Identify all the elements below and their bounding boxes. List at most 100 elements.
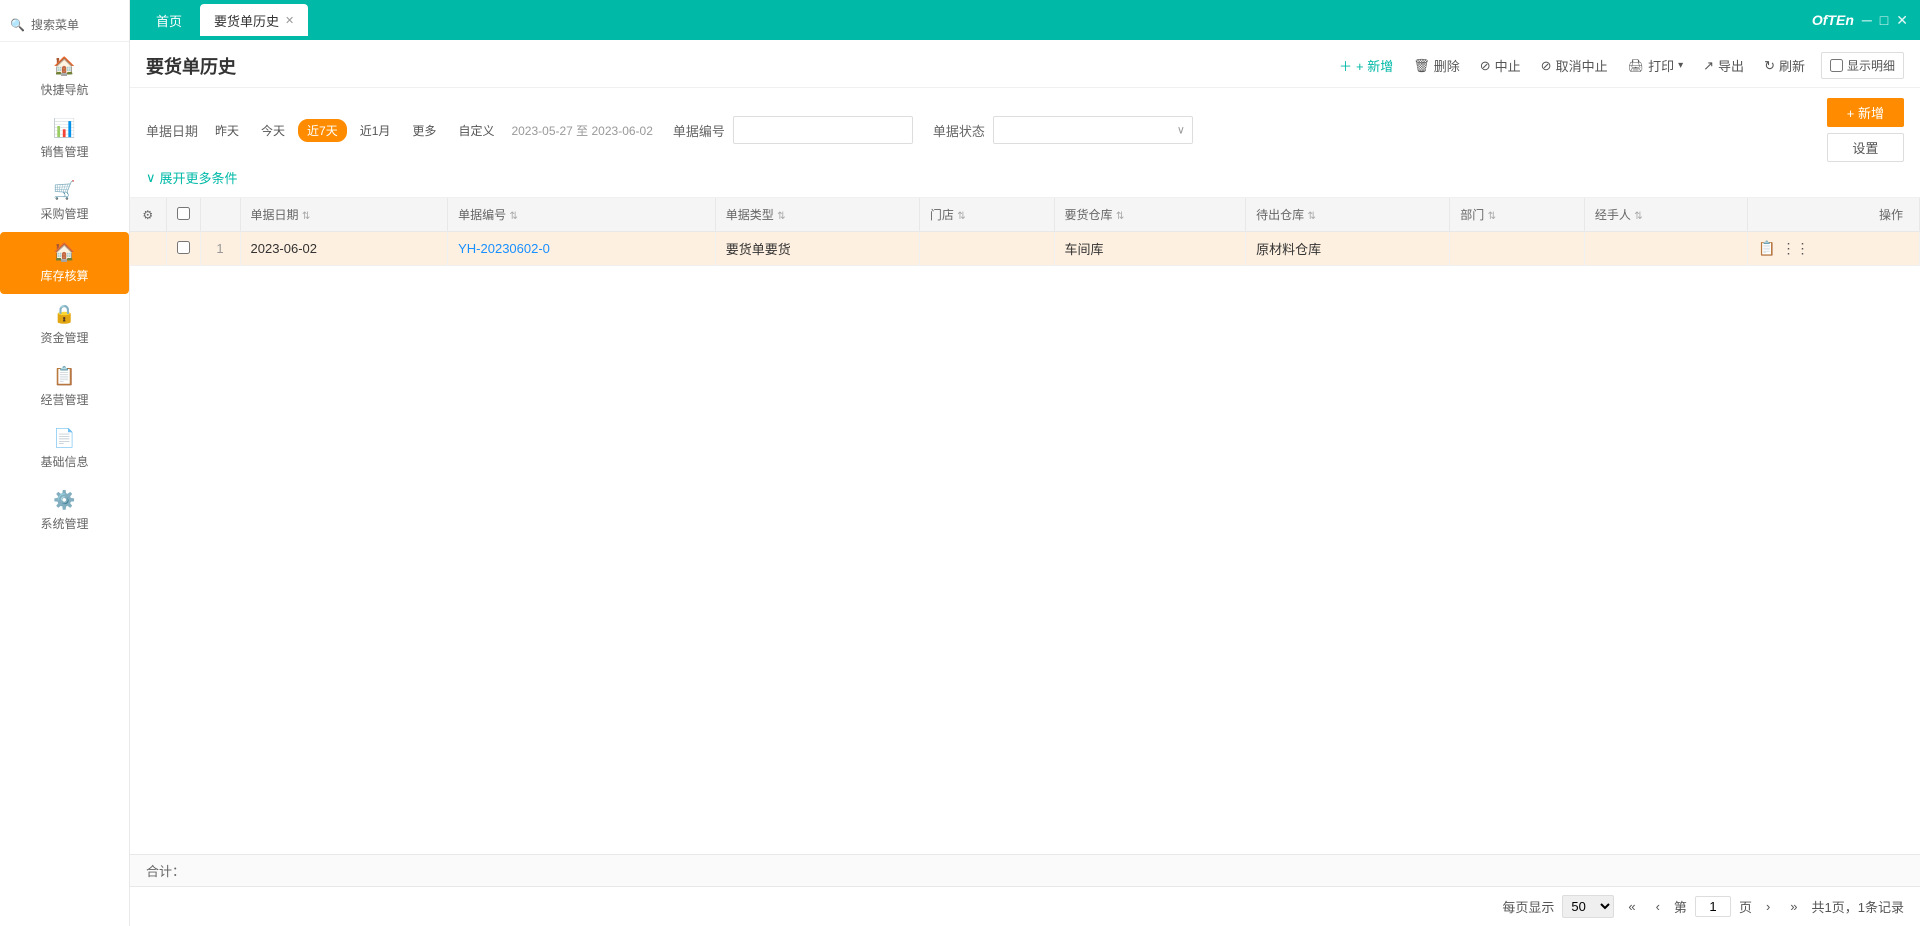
prev-page-btn[interactable]: ‹: [1650, 897, 1666, 916]
query-button[interactable]: + 新增: [1827, 98, 1904, 127]
row-department-cell: [1450, 232, 1585, 266]
window-close-btn[interactable]: ✕: [1896, 12, 1908, 29]
tab-home[interactable]: 首页: [142, 4, 196, 36]
last-page-btn[interactable]: »: [1784, 897, 1803, 916]
window-maximize-btn[interactable]: □: [1880, 12, 1888, 28]
settings-button[interactable]: 设置: [1827, 133, 1904, 162]
tab-home-label: 首页: [156, 11, 182, 30]
col-pending-warehouse-label: 待出仓库: [1256, 208, 1304, 222]
expand-more-btn[interactable]: ∨ 展开更多条件: [146, 162, 1904, 187]
sidebar-item-inventory[interactable]: 🏠 库存核算: [0, 232, 129, 294]
col-store-label: 门店: [930, 208, 954, 222]
sidebar-item-basic[interactable]: 📄 基础信息: [0, 418, 129, 480]
print-icon: 🖨: [1628, 58, 1645, 74]
new-button[interactable]: ＋ + 新增: [1335, 56, 1397, 75]
sidebar-item-quick-nav[interactable]: 🏠 快捷导航: [0, 46, 129, 108]
sidebar-item-purchase[interactable]: 🛒 采购管理: [0, 170, 129, 232]
cancel-stop-button[interactable]: ⊘ 取消中止: [1537, 56, 1612, 75]
col-store[interactable]: 门店 ⇅: [919, 198, 1054, 232]
filter-area: 单据日期 昨天 今天 近7天 近1月 更多 自定义 2023-05-27 至 2…: [130, 88, 1920, 198]
bill-number-label: 单据编号: [673, 121, 725, 140]
sort-icon-req-warehouse: ⇅: [1116, 211, 1124, 222]
date-btn-today[interactable]: 今天: [252, 119, 294, 142]
delete-icon: 🗑: [1413, 58, 1430, 74]
col-bill-no[interactable]: 单据编号 ⇅: [448, 198, 716, 232]
new-icon: ＋: [1339, 56, 1352, 75]
tab-history[interactable]: 要货单历史 ✕: [200, 4, 308, 36]
window-minimize-btn[interactable]: ─: [1862, 12, 1872, 28]
delete-label: 删除: [1434, 56, 1460, 75]
row-bill-no-cell[interactable]: YH-20230602-0: [448, 232, 716, 266]
print-dropdown-icon: ▾: [1678, 60, 1683, 71]
stop-button[interactable]: ⊘ 中止: [1476, 56, 1525, 75]
row-checkbox[interactable]: [177, 241, 190, 254]
date-btn-yesterday[interactable]: 昨天: [206, 119, 248, 142]
row-action-cell: 📋 ⋮⋮: [1748, 232, 1920, 266]
home-icon: 🏠: [53, 56, 75, 77]
sidebar-item-label: 系统管理: [40, 515, 88, 532]
col-department[interactable]: 部门 ⇅: [1450, 198, 1585, 232]
page-number-input[interactable]: [1695, 896, 1731, 917]
col-handler-label: 经手人: [1595, 208, 1631, 222]
export-button[interactable]: ↗ 导出: [1699, 56, 1748, 75]
col-pending-warehouse[interactable]: 待出仓库 ⇅: [1246, 198, 1450, 232]
date-btn-1month[interactable]: 近1月: [351, 119, 400, 142]
row-checkbox-cell[interactable]: [166, 232, 200, 266]
row-num-cell: 1: [200, 232, 240, 266]
show-detail-toggle[interactable]: 显示明细: [1821, 52, 1904, 79]
sidebar-item-sales[interactable]: 📊 销售管理: [0, 108, 129, 170]
sort-icon-date: ⇅: [302, 211, 310, 222]
export-label: 导出: [1718, 56, 1744, 75]
filter-row-1: 单据日期 昨天 今天 近7天 近1月 更多 自定义 2023-05-27 至 2…: [146, 98, 1904, 162]
sidebar-item-label: 基础信息: [40, 453, 88, 470]
sidebar-item-finance[interactable]: 🔒 资金管理: [0, 294, 129, 356]
col-operation-label: 操作: [1879, 208, 1903, 222]
action-buttons: + 新增 设置: [1827, 98, 1904, 162]
export-icon: ↗: [1703, 58, 1714, 74]
row-more-icon[interactable]: ⋮⋮: [1782, 240, 1810, 257]
col-date[interactable]: 单据日期 ⇅: [240, 198, 448, 232]
date-btn-custom[interactable]: 自定义: [449, 119, 503, 142]
stop-icon: ⊘: [1480, 58, 1491, 74]
next-page-btn[interactable]: ›: [1760, 897, 1776, 916]
per-page-select[interactable]: 50 10 20 100: [1562, 895, 1614, 918]
tab-close-icon[interactable]: ✕: [285, 14, 294, 27]
select-all-checkbox[interactable]: [177, 207, 190, 220]
table-body: 1 2023-06-02 YH-20230602-0 要货单要货 车间库 原材料…: [130, 232, 1920, 266]
system-icon: ⚙️: [53, 490, 75, 511]
row-settings-cell: [130, 232, 166, 266]
sidebar-item-label: 快捷导航: [40, 81, 88, 98]
bill-number-input[interactable]: [733, 116, 913, 144]
col-settings[interactable]: ⚙: [130, 198, 166, 232]
col-req-warehouse[interactable]: 要货仓库 ⇅: [1054, 198, 1246, 232]
page-header: 要货单历史 ＋ + 新增 🗑 删除 ⊘ 中止 ⊘ 取消中止: [130, 40, 1920, 88]
sidebar-item-label: 采购管理: [40, 205, 88, 222]
col-bill-type-label: 单据类型: [726, 208, 774, 222]
page-title: 要货单历史: [146, 53, 236, 79]
show-detail-checkbox[interactable]: [1830, 59, 1843, 72]
page-jump-label: 第: [1674, 897, 1687, 916]
refresh-label: 刷新: [1779, 56, 1805, 75]
sales-icon: 📊: [53, 118, 75, 139]
bill-status-select[interactable]: [993, 116, 1193, 144]
date-btn-more[interactable]: 更多: [403, 119, 445, 142]
sidebar-search[interactable]: 🔍 搜索菜单: [0, 8, 129, 42]
col-bill-type[interactable]: 单据类型 ⇅: [715, 198, 919, 232]
sidebar-item-operation[interactable]: 📋 经营管理: [0, 356, 129, 418]
sidebar-item-system[interactable]: ⚙️ 系统管理: [0, 480, 129, 542]
stop-label: 中止: [1495, 56, 1521, 75]
pagination: 每页显示 50 10 20 100 « ‹ 第 页 › » 共1页，1条记录: [130, 886, 1920, 926]
refresh-button[interactable]: ↻ 刷新: [1760, 56, 1809, 75]
operation-icon: 📋: [53, 366, 75, 387]
print-button[interactable]: 🖨 打印 ▾: [1624, 56, 1688, 75]
col-bill-no-label: 单据编号: [458, 208, 506, 222]
total-label: 合计：: [146, 861, 185, 880]
date-btn-7days[interactable]: 近7天: [298, 119, 347, 142]
first-page-btn[interactable]: «: [1622, 897, 1641, 916]
delete-button[interactable]: 🗑 删除: [1409, 56, 1464, 75]
row-date-cell: 2023-06-02: [240, 232, 448, 266]
bill-no-link[interactable]: YH-20230602-0: [458, 241, 550, 256]
row-edit-icon[interactable]: 📋: [1758, 240, 1775, 257]
bill-status-label: 单据状态: [933, 121, 985, 140]
col-handler[interactable]: 经手人 ⇅: [1584, 198, 1747, 232]
